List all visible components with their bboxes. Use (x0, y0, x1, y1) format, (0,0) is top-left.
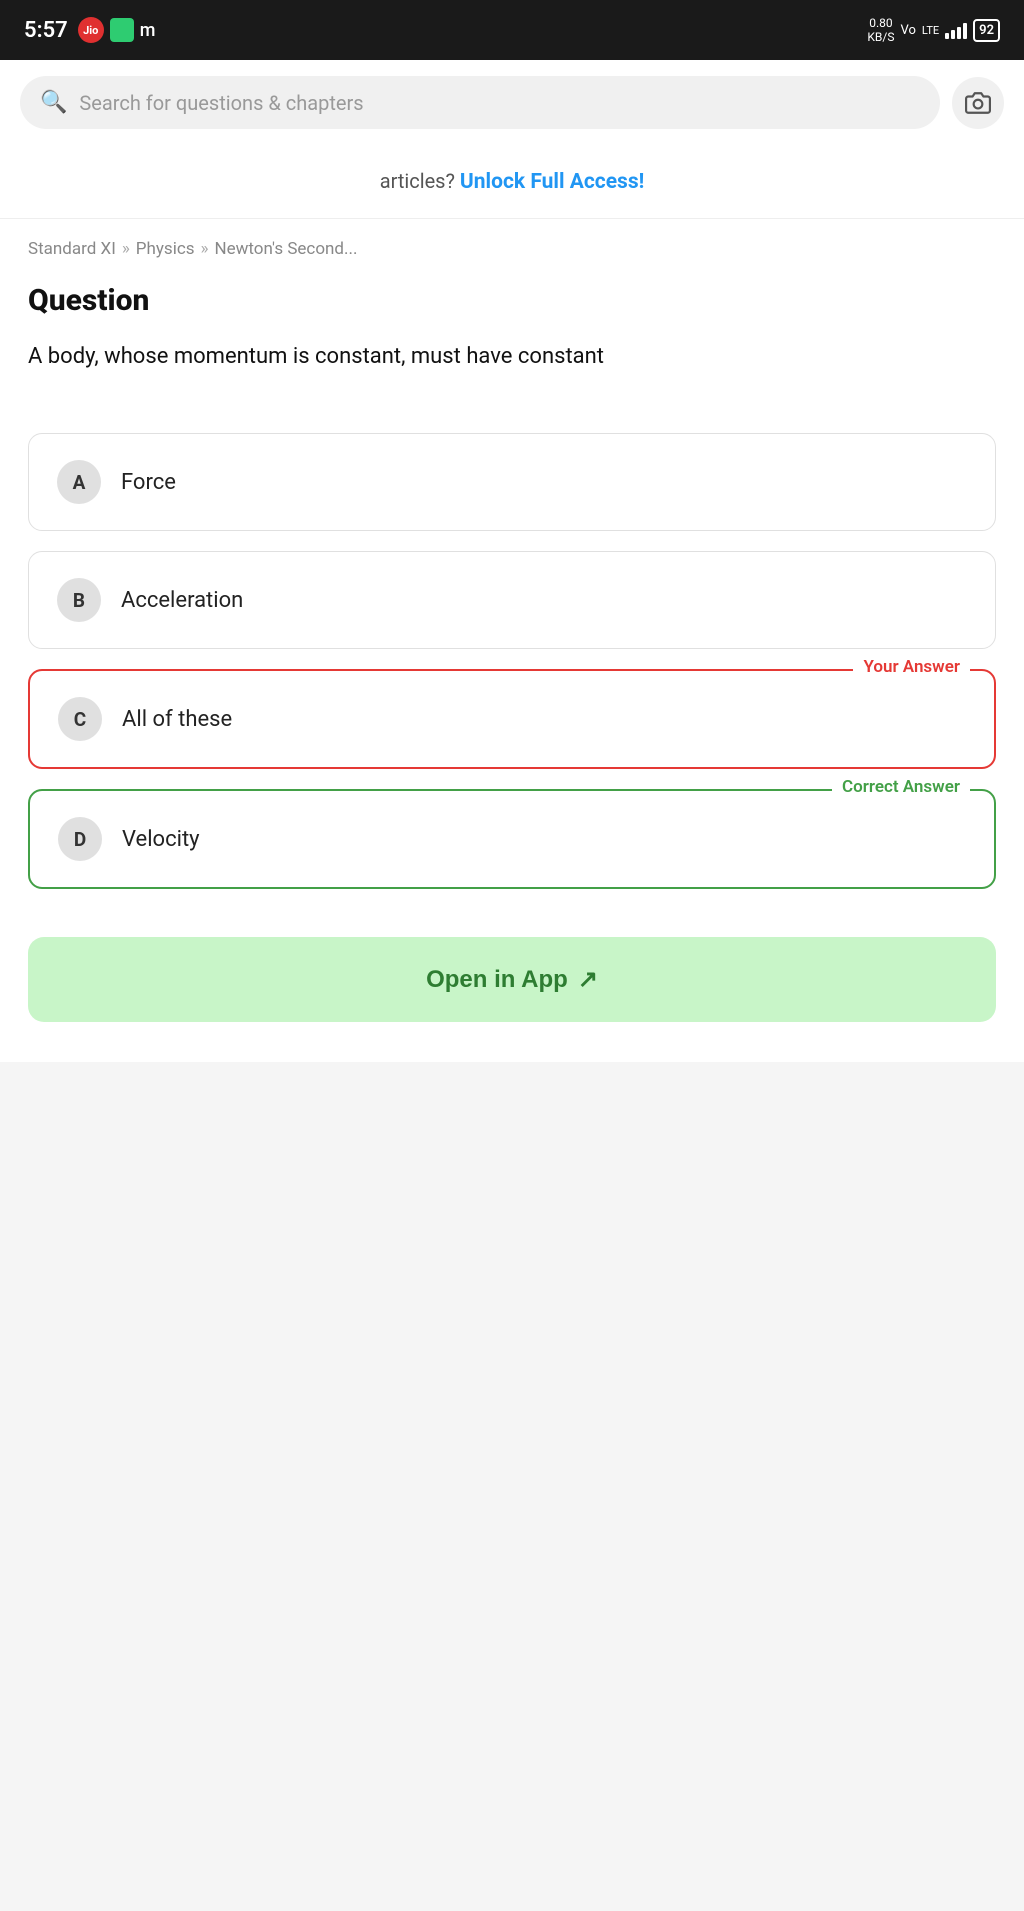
option-d[interactable]: Correct Answer D Velocity (28, 789, 996, 889)
breadcrumb-standard[interactable]: Standard XI (28, 239, 116, 259)
battery-value: 92 (979, 23, 994, 38)
unlock-banner: articles? Unlock Full Access! (0, 145, 1024, 219)
camera-icon (965, 90, 991, 116)
main-content: articles? Unlock Full Access! Standard X… (0, 145, 1024, 1062)
jio-icon: Jio (78, 17, 104, 43)
speed-value: 0.80 (867, 16, 894, 30)
speed-info: 0.80 KB/S (867, 16, 894, 45)
unlock-link[interactable]: Unlock Full Access! (460, 170, 644, 194)
options-container: A Force B Acceleration Your Answer C All… (0, 433, 1024, 917)
search-container: 🔍 Search for questions & chapters (0, 60, 1024, 145)
app-icon (110, 18, 134, 42)
search-bar[interactable]: 🔍 Search for questions & chapters (20, 76, 940, 129)
bottom-spacer (0, 1022, 1024, 1062)
breadcrumb: Standard XI » Physics » Newton's Second.… (28, 239, 996, 259)
signal-bar-2 (951, 30, 955, 39)
your-answer-badge: Your Answer (853, 657, 970, 677)
correct-answer-badge: Correct Answer (832, 777, 970, 797)
status-left: 5:57 Jio m (24, 17, 155, 43)
question-label: Question (28, 283, 996, 318)
speed-unit: KB/S (867, 30, 894, 44)
network-type: Vo (900, 23, 915, 38)
camera-button[interactable] (952, 77, 1004, 129)
option-d-letter: D (58, 817, 102, 861)
signal-bar-3 (957, 27, 961, 39)
option-b-text: Acceleration (121, 588, 243, 613)
breadcrumb-section: Standard XI » Physics » Newton's Second.… (0, 219, 1024, 271)
lte-label: LTE (922, 24, 939, 37)
signal-bar-1 (945, 33, 949, 39)
option-b-letter: B (57, 578, 101, 622)
banner-text: articles? (380, 169, 455, 193)
open-app-label: Open in App (426, 966, 568, 994)
option-a-letter: A (57, 460, 101, 504)
option-a-text: Force (121, 470, 176, 495)
m-label: m (140, 20, 156, 41)
battery-indicator: 92 (973, 19, 1000, 42)
option-b[interactable]: B Acceleration (28, 551, 996, 649)
option-c[interactable]: Your Answer C All of these (28, 669, 996, 769)
status-icons: Jio m (78, 17, 156, 43)
search-icon: 🔍 (40, 90, 67, 115)
option-c-text: All of these (122, 707, 232, 732)
open-app-section: Open in App ↗ (0, 917, 1024, 1022)
open-app-arrow: ↗ (578, 965, 598, 994)
question-section: Question A body, whose momentum is const… (0, 271, 1024, 433)
search-placeholder-text: Search for questions & chapters (79, 91, 920, 115)
status-bar: 5:57 Jio m 0.80 KB/S Vo LTE 92 (0, 0, 1024, 60)
status-right: 0.80 KB/S Vo LTE 92 (867, 16, 1000, 45)
breadcrumb-sep-1: » (122, 239, 130, 259)
question-text: A body, whose momentum is constant, must… (28, 340, 996, 373)
status-time: 5:57 (24, 18, 68, 43)
breadcrumb-sep-2: » (201, 239, 209, 259)
breadcrumb-subject[interactable]: Physics (136, 239, 195, 259)
option-a[interactable]: A Force (28, 433, 996, 531)
signal-bar-4 (963, 23, 967, 39)
signal-bars (945, 21, 967, 39)
option-d-text: Velocity (122, 827, 200, 852)
option-c-letter: C (58, 697, 102, 741)
breadcrumb-chapter[interactable]: Newton's Second... (214, 239, 357, 259)
open-app-button[interactable]: Open in App ↗ (28, 937, 996, 1022)
